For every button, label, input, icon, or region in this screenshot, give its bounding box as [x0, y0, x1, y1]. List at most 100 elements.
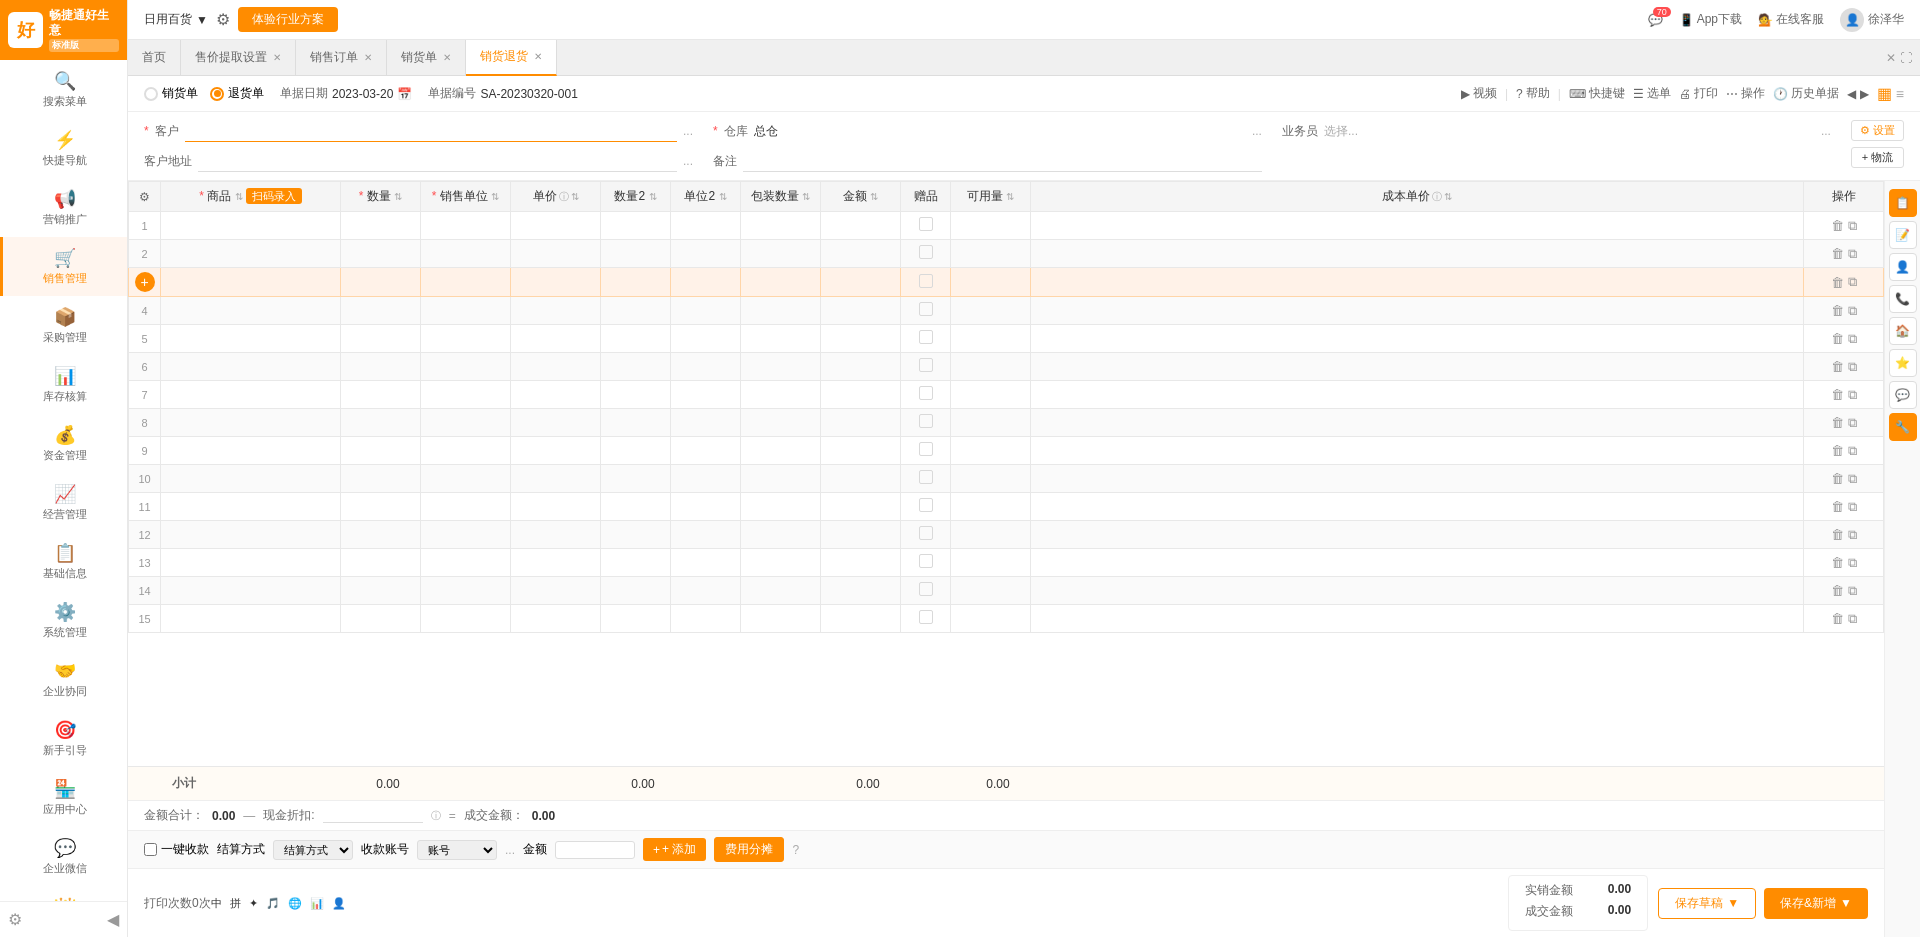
table-cell-gift[interactable] — [901, 493, 951, 521]
sidebar-item-system[interactable]: ⚙️ 系统管理 — [0, 591, 127, 650]
tab-close-sales-order[interactable]: ✕ — [364, 52, 372, 63]
tab-close-sales-return[interactable]: ✕ — [534, 51, 542, 62]
table-cell-goods[interactable] — [161, 437, 341, 465]
save-new-btn[interactable]: 保存&新增 ▼ — [1764, 888, 1868, 919]
unit2-sort-icon[interactable]: ⇅ — [719, 191, 727, 202]
delete-icon[interactable]: 🗑 — [1831, 471, 1844, 486]
sidebar-item-purchase[interactable]: 📦 采购管理 — [0, 296, 127, 355]
user-menu[interactable]: 👤 徐泽华 — [1840, 8, 1904, 32]
radio-delivery[interactable]: 销货单 — [144, 85, 198, 102]
sidebar-item-newbie[interactable]: 🎯 新手引导 — [0, 709, 127, 768]
delete-icon[interactable]: 🗑 — [1831, 443, 1844, 458]
table-cell-goods[interactable] — [161, 353, 341, 381]
table-cell-goods[interactable] — [161, 493, 341, 521]
right-sidebar-btn-7[interactable]: 💬 — [1889, 381, 1917, 409]
copy-icon[interactable]: ⧉ — [1848, 218, 1857, 234]
delete-icon[interactable]: 🗑 — [1831, 415, 1844, 430]
table-cell-gift[interactable] — [901, 353, 951, 381]
table-cell-gift[interactable] — [901, 212, 951, 240]
discount-info-icon[interactable]: ⓘ — [431, 809, 441, 823]
settings-icon[interactable]: ⚙ — [8, 910, 22, 929]
qty2-sort-icon[interactable]: ⇅ — [649, 191, 657, 202]
table-cell-gift[interactable] — [901, 409, 951, 437]
remark-input[interactable] — [743, 150, 1262, 172]
table-cell-goods[interactable] — [161, 521, 341, 549]
discount-input[interactable] — [323, 808, 423, 823]
sidebar-item-appstore[interactable]: 🏪 应用中心 — [0, 768, 127, 827]
copy-icon[interactable]: ⧉ — [1848, 246, 1857, 262]
table-cell-gift[interactable] — [901, 605, 951, 633]
address-dots[interactable]: ... — [683, 154, 693, 168]
table-cell-goods[interactable] — [161, 297, 341, 325]
delete-icon[interactable]: 🗑 — [1831, 387, 1844, 402]
tab-sales-delivery[interactable]: 销货单 ✕ — [387, 40, 466, 76]
right-sidebar-btn-4[interactable]: 📞 — [1889, 285, 1917, 313]
delete-icon[interactable]: 🗑 — [1831, 555, 1844, 570]
toolbar-operate[interactable]: ⋯ 操作 — [1726, 85, 1765, 102]
online-service[interactable]: 💁 在线客服 — [1758, 11, 1824, 28]
delete-icon[interactable]: 🗑 — [1831, 527, 1844, 542]
prev-record-btn[interactable]: ◀ — [1847, 87, 1856, 101]
table-cell-gift[interactable] — [901, 325, 951, 353]
table-cell-gift[interactable] — [901, 465, 951, 493]
calendar-icon[interactable]: 📅 — [397, 87, 412, 101]
save-draft-btn[interactable]: 保存草稿 ▼ — [1658, 888, 1756, 919]
th-gear[interactable]: ⚙ — [129, 182, 161, 212]
add-logistics-button[interactable]: + 物流 — [1851, 147, 1904, 168]
delete-icon[interactable]: 🗑 — [1831, 359, 1844, 374]
pkg-sort-icon[interactable]: ⇅ — [802, 191, 810, 202]
gift-checkbox[interactable] — [919, 554, 933, 568]
customer-input[interactable] — [185, 120, 677, 142]
exp-btn[interactable]: 体验行业方案 — [238, 7, 338, 32]
toolbar-help[interactable]: ? 帮助 — [1516, 85, 1550, 102]
toolbar-shortcut[interactable]: ⌨ 快捷键 — [1569, 85, 1625, 102]
account-select[interactable]: 账号 — [417, 840, 497, 860]
gift-checkbox[interactable] — [919, 245, 933, 259]
tab-sales-order[interactable]: 销售订单 ✕ — [296, 40, 387, 76]
sidebar-item-operations[interactable]: 📈 经营管理 — [0, 473, 127, 532]
gift-checkbox[interactable] — [919, 414, 933, 428]
scan-btn[interactable]: 扫码录入 — [246, 188, 302, 204]
sidebar-item-shortcut[interactable]: ⚡ 快捷导航 — [0, 119, 127, 178]
payment-amount-input[interactable] — [555, 841, 635, 859]
table-cell-goods[interactable] — [161, 577, 341, 605]
add-row-btn[interactable]: + — [135, 272, 155, 292]
price-info-icon[interactable]: ⓘ — [559, 190, 569, 204]
next-record-btn[interactable]: ▶ — [1860, 87, 1869, 101]
sidebar-item-search[interactable]: 🔍 搜索菜单 — [0, 60, 127, 119]
sidebar-item-basic[interactable]: 📋 基础信息 — [0, 532, 127, 591]
warehouse-dots[interactable]: ... — [1252, 124, 1262, 138]
sort-icon[interactable]: ⇅ — [235, 191, 243, 202]
fee-split-btn[interactable]: 费用分摊 — [714, 837, 784, 862]
table-cell-goods[interactable] — [161, 381, 341, 409]
table-cell-goods[interactable] — [161, 268, 341, 297]
table-cell-goods[interactable] — [161, 605, 341, 633]
tab-close-sales-delivery[interactable]: ✕ — [443, 52, 451, 63]
copy-icon[interactable]: ⧉ — [1848, 415, 1857, 431]
grid-view-btn[interactable]: ▦ — [1877, 84, 1892, 103]
table-cell-goods[interactable] — [161, 409, 341, 437]
gift-checkbox[interactable] — [919, 442, 933, 456]
right-sidebar-btn-1[interactable]: 📋 — [1889, 189, 1917, 217]
app-download[interactable]: 📱 App下载 — [1679, 11, 1742, 28]
gift-checkbox[interactable] — [919, 470, 933, 484]
copy-icon[interactable]: ⧉ — [1848, 583, 1857, 599]
fee-help-icon[interactable]: ? — [792, 843, 799, 857]
sidebar-item-wechat[interactable]: 💬 企业微信 — [0, 827, 127, 886]
copy-icon[interactable]: ⧉ — [1848, 471, 1857, 487]
table-cell-goods[interactable] — [161, 212, 341, 240]
gift-checkbox[interactable] — [919, 526, 933, 540]
table-cell-gift[interactable] — [901, 521, 951, 549]
table-cell-gift[interactable] — [901, 297, 951, 325]
tab-close-price-setting[interactable]: ✕ — [273, 52, 281, 63]
address-input[interactable] — [198, 150, 677, 172]
table-cell-gift[interactable] — [901, 240, 951, 268]
sidebar-item-inventory[interactable]: 📊 库存核算 — [0, 355, 127, 414]
right-sidebar-btn-6[interactable]: ⭐ — [1889, 349, 1917, 377]
copy-icon[interactable]: ⧉ — [1848, 611, 1857, 627]
close-all-icon[interactable]: ✕ — [1886, 51, 1896, 65]
industry-dropdown[interactable]: 日用百货 ▼ — [144, 11, 208, 28]
goods-input[interactable] — [165, 275, 336, 289]
one-click-input[interactable] — [144, 843, 157, 856]
gift-checkbox[interactable] — [919, 610, 933, 624]
